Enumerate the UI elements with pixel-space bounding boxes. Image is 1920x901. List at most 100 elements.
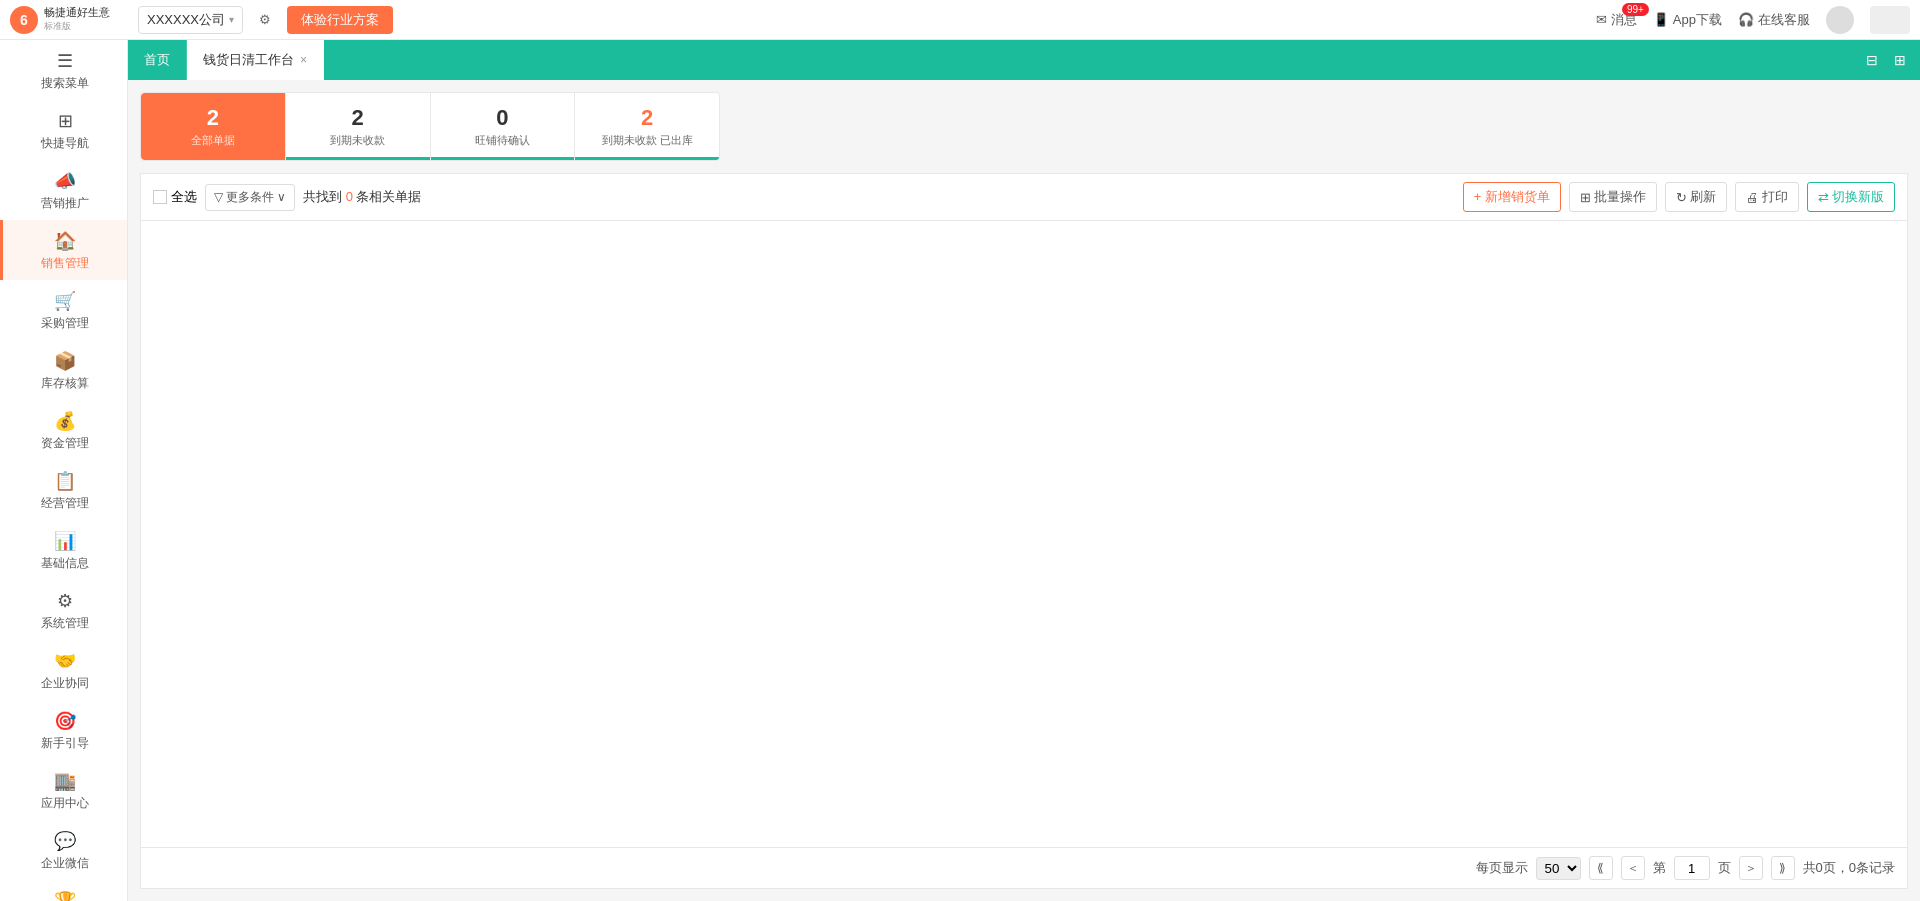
- logo-text: 畅捷通好生意: [44, 6, 110, 19]
- tab-home[interactable]: 首页: [128, 40, 187, 80]
- sidebar-item-marketing[interactable]: 📣 营销推广: [0, 160, 127, 220]
- switch-label: 切换新版: [1832, 188, 1884, 206]
- tab-work[interactable]: 钱货日清工作台 ×: [187, 40, 324, 80]
- logo-icon: 6: [10, 6, 38, 34]
- toolbar-right: + 新增销货单 ⊞ 批量操作 ↻ 刷新 🖨 打印 ⇄: [1463, 182, 1895, 212]
- stat-card-all[interactable]: 2 全部单据: [141, 93, 286, 160]
- stat-card-overdue-shipped[interactable]: 2 到期未收款 已出库: [575, 93, 719, 160]
- online-service-label: 在线客服: [1758, 11, 1810, 29]
- filter-icon: ▽: [214, 190, 223, 204]
- search-menu-icon: ☰: [54, 50, 76, 72]
- sidebar-item-label-appstore: 应用中心: [41, 795, 89, 812]
- sidebar-item-finance[interactable]: 💰 资金管理: [0, 400, 127, 460]
- stats-row: 2 全部单据 2 到期未收款 0 旺铺待确认 2 到期未收款 已出库: [140, 92, 720, 161]
- print-button[interactable]: 🖨 打印: [1735, 182, 1799, 212]
- sidebar-item-sales[interactable]: 🏠 销售管理: [0, 220, 127, 280]
- finance-icon: 💰: [54, 410, 76, 432]
- message-button[interactable]: ✉ 消息 99+: [1596, 11, 1637, 29]
- tab-close-icon[interactable]: ×: [300, 53, 307, 67]
- user-name-area[interactable]: [1870, 6, 1910, 34]
- message-icon: ✉: [1596, 12, 1607, 27]
- marketing-icon: 📣: [54, 170, 76, 192]
- content-area: 首页 钱货日清工作台 × ⊟ ⊞ 2 全部单据 2 到期: [128, 40, 1920, 901]
- tab-minimize-button[interactable]: ⊟: [1860, 48, 1884, 72]
- tab-expand-button[interactable]: ⊞: [1888, 48, 1912, 72]
- sidebar-item-coop[interactable]: 🤝 企业协同: [0, 640, 127, 700]
- base-icon: 📊: [54, 530, 76, 552]
- count-prefix: 共找到: [303, 189, 342, 204]
- guide-icon: 🎯: [54, 710, 76, 732]
- next-page-button[interactable]: ＞: [1739, 856, 1763, 880]
- total-info: 共0页，0条记录: [1803, 859, 1895, 877]
- count-suffix: 条相关单据: [356, 189, 421, 204]
- batch-icon: ⊞: [1580, 190, 1591, 205]
- sidebar-item-base[interactable]: 📊 基础信息: [0, 520, 127, 580]
- sidebar-item-system[interactable]: ⚙ 系统管理: [0, 580, 127, 640]
- stock-icon: 📦: [54, 350, 76, 372]
- print-icon: 🖨: [1746, 190, 1759, 205]
- app-download-label: App下载: [1673, 11, 1722, 29]
- online-service-button[interactable]: 🎧 在线客服: [1738, 11, 1810, 29]
- avatar[interactable]: [1826, 6, 1854, 34]
- last-page-button[interactable]: ⟫: [1771, 856, 1795, 880]
- sidebar-item-manage[interactable]: 📋 经营管理: [0, 460, 127, 520]
- chevron-down-icon: ▾: [229, 14, 234, 25]
- filter-button[interactable]: ▽ 更多条件 ∨: [205, 184, 295, 211]
- prev-page-button[interactable]: ＜: [1621, 856, 1645, 880]
- sidebar-item-label-quicknav: 快捷导航: [41, 135, 89, 152]
- sidebar-item-stock[interactable]: 📦 库存核算: [0, 340, 127, 400]
- filter-arrow-icon: ∨: [277, 190, 286, 204]
- select-all-label[interactable]: 全选: [153, 188, 197, 206]
- manage-icon: 📋: [54, 470, 76, 492]
- per-page-select[interactable]: 50: [1536, 857, 1581, 880]
- switch-version-button[interactable]: ⇄ 切换新版: [1807, 182, 1895, 212]
- tab-spacer: [324, 40, 1852, 80]
- first-page-button[interactable]: ⟪: [1589, 856, 1613, 880]
- refresh-label: 刷新: [1690, 188, 1716, 206]
- add-sales-button[interactable]: + 新增销货单: [1463, 182, 1561, 212]
- page-number-input[interactable]: 1: [1674, 856, 1710, 880]
- stat-number-wangpu: 0: [447, 105, 559, 131]
- stat-label-overdue-pay: 到期未收款: [302, 133, 414, 148]
- main-layout: ☰ 搜索菜单 ⊞ 快捷导航 📣 营销推广 🏠 销售管理 🛒 采购管理 📦 库存核…: [0, 40, 1920, 901]
- batch-operation-button[interactable]: ⊞ 批量操作: [1569, 182, 1657, 212]
- refresh-button[interactable]: ↻ 刷新: [1665, 182, 1727, 212]
- sidebar-item-label-finance: 资金管理: [41, 435, 89, 452]
- select-all-text: 全选: [171, 188, 197, 206]
- table-container: [140, 220, 1908, 848]
- sidebar-item-search[interactable]: ☰ 搜索菜单: [0, 40, 127, 100]
- switch-icon: ⇄: [1818, 190, 1829, 205]
- sidebar-item-guide[interactable]: 🎯 新手引导: [0, 700, 127, 760]
- quicknav-icon: ⊞: [54, 110, 76, 132]
- refresh-icon: ↻: [1676, 190, 1687, 205]
- download-icon: 📱: [1653, 12, 1669, 27]
- company-selector[interactable]: XXXXXX公司 ▾: [138, 6, 243, 34]
- sidebar-item-quicknav[interactable]: ⊞ 快捷导航: [0, 100, 127, 160]
- sidebar-item-label-purchase: 采购管理: [41, 315, 89, 332]
- sidebar-item-label-manage: 经营管理: [41, 495, 89, 512]
- count-value: 0: [346, 189, 353, 204]
- service-icon: 🎧: [1738, 12, 1754, 27]
- sidebar-item-weixin[interactable]: 💬 企业微信: [0, 820, 127, 880]
- sidebar-item-label-system: 系统管理: [41, 615, 89, 632]
- app-download-button[interactable]: 📱 App下载: [1653, 11, 1722, 29]
- stat-number-overdue-pay: 2: [302, 105, 414, 131]
- page-content: 2 全部单据 2 到期未收款 0 旺铺待确认 2 到期未收款 已出库: [128, 80, 1920, 901]
- select-all-checkbox[interactable]: [153, 190, 167, 204]
- stat-card-overdue-pay[interactable]: 2 到期未收款: [286, 93, 431, 160]
- system-icon: ⚙: [54, 590, 76, 612]
- sidebar-item-member[interactable]: 🏆 畅会员: [0, 880, 127, 901]
- coop-icon: 🤝: [54, 650, 76, 672]
- top-bar: 6 畅捷通好生意 标准版 XXXXXX公司 ▾ ⚙ 体验行业方案 ✉ 消息 99…: [0, 0, 1920, 40]
- appstore-icon: 🏬: [54, 770, 76, 792]
- trial-button[interactable]: 体验行业方案: [287, 6, 393, 34]
- logo-badge: 标准版: [44, 20, 110, 33]
- page-label-before: 第: [1653, 859, 1666, 877]
- sidebar-item-purchase[interactable]: 🛒 采购管理: [0, 280, 127, 340]
- sidebar-item-label-sales: 销售管理: [41, 255, 89, 272]
- sidebar-item-appstore[interactable]: 🏬 应用中心: [0, 760, 127, 820]
- stat-card-wangpu[interactable]: 0 旺铺待确认: [431, 93, 576, 160]
- toolbar: 全选 ▽ 更多条件 ∨ 共找到 0 条相关单据 + 新增销货单 ⊞ 批量操作: [140, 173, 1908, 220]
- settings-button[interactable]: ⚙: [251, 6, 279, 34]
- company-name: XXXXXX公司: [147, 11, 225, 29]
